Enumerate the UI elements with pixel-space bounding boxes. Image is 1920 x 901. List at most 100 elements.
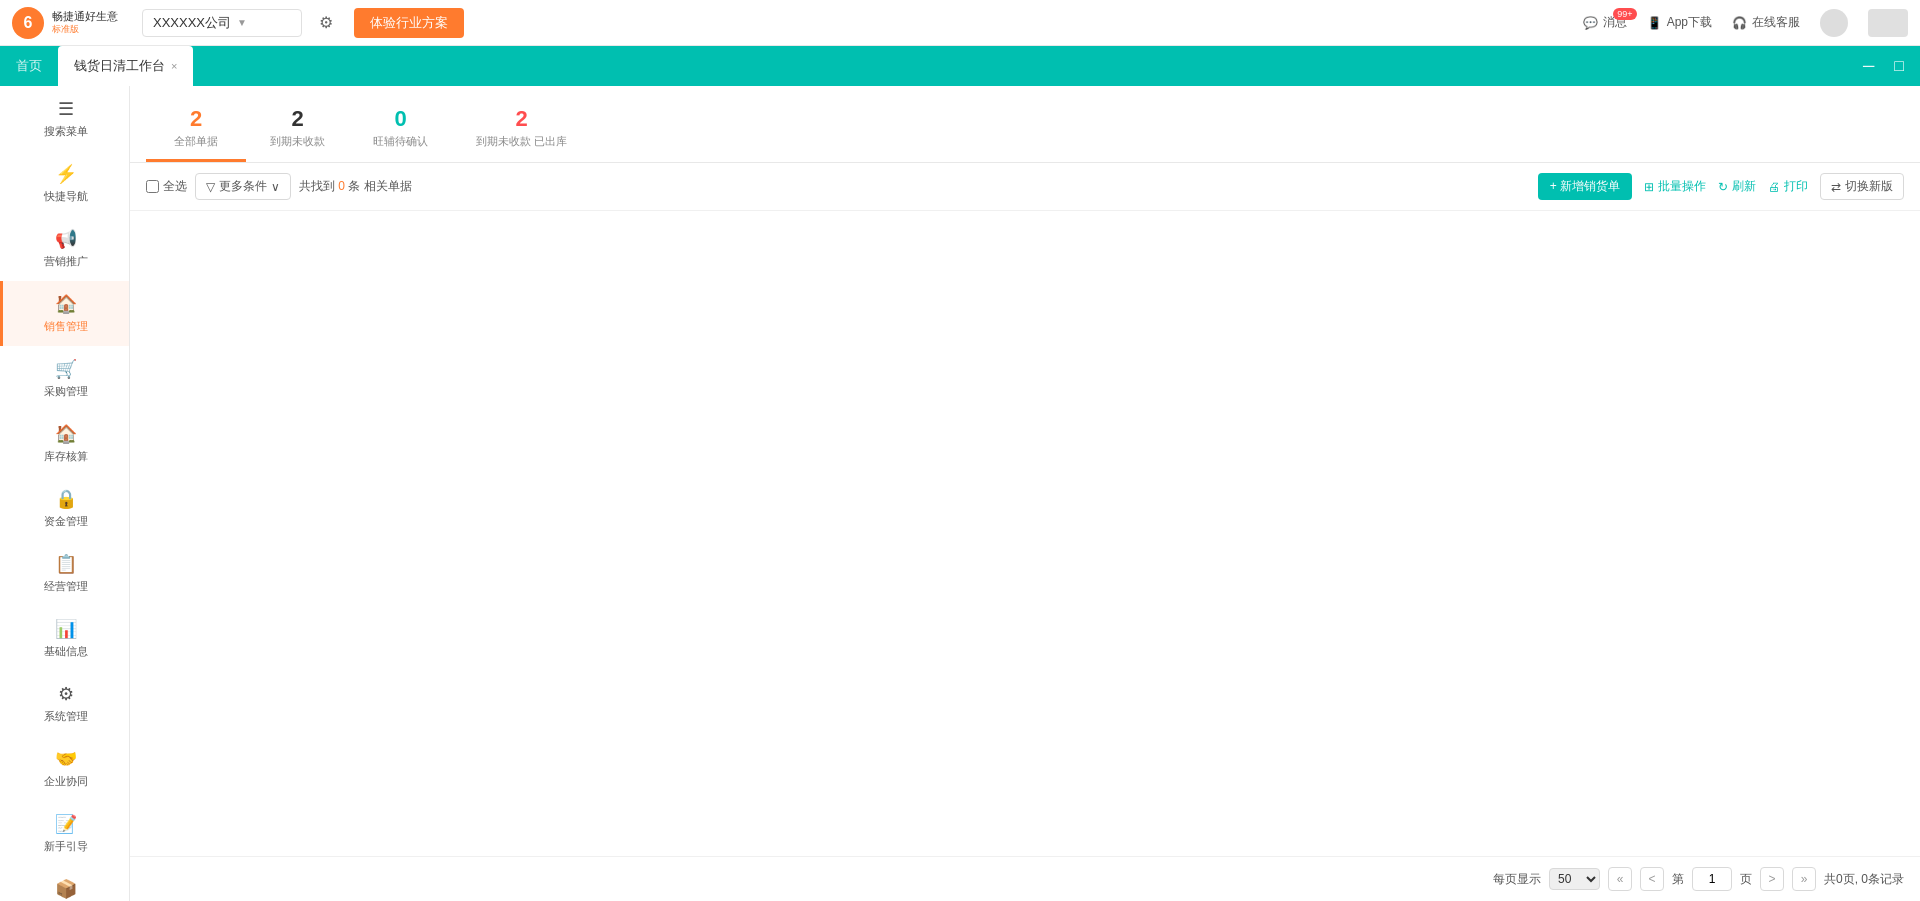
current-page-input[interactable] <box>1692 867 1732 891</box>
stat-label-pending: 旺辅待确认 <box>373 134 428 149</box>
tab-workbench[interactable]: 钱货日清工作台 × <box>58 46 193 86</box>
workbench-panel: 2 全部单据 2 到期未收款 0 旺辅待确认 <box>130 86 1920 901</box>
next-page-button[interactable]: > <box>1760 867 1784 891</box>
service-icon: 🎧 <box>1732 16 1747 30</box>
inventory-icon: 🏠 <box>55 423 77 445</box>
base-info-icon: 📊 <box>55 618 77 640</box>
stat-tab-all[interactable]: 2 全部单据 <box>146 98 246 162</box>
tab-home[interactable]: 首页 <box>0 46 58 86</box>
sidebar-label-quick-nav: 快捷导航 <box>44 189 88 204</box>
filter-button[interactable]: ▽ 更多条件 ∨ <box>195 173 291 200</box>
toolbar-right: + 新增销货单 ⊞ 批量操作 ↻ 刷新 🖨 打印 ⇄ <box>1538 173 1904 200</box>
logo-area: 6 畅捷通好生意 标准版 <box>12 7 142 39</box>
sidebar-label-search-menu: 搜索菜单 <box>44 124 88 139</box>
sidebar-item-inventory[interactable]: 🏠 库存核算 <box>0 411 129 476</box>
tab-close-icon[interactable]: × <box>171 60 177 72</box>
stat-tab-pending-inner: 0 旺辅待确认 <box>373 106 428 149</box>
app-center-icon: 📦 <box>55 878 77 900</box>
message-action[interactable]: 💬 消息 99+ <box>1583 14 1627 31</box>
switch-label: 切换新版 <box>1845 178 1893 195</box>
found-text: 共找到 0 条 相关单据 <box>299 178 412 195</box>
last-page-button[interactable]: » <box>1792 867 1816 891</box>
stat-tab-all-inner: 2 全部单据 <box>174 106 218 149</box>
sidebar-item-search-menu[interactable]: ☰ 搜索菜单 <box>0 86 129 151</box>
company-selector[interactable]: XXXXXX公司 ▼ <box>142 9 302 37</box>
user-name-area[interactable] <box>1868 9 1908 37</box>
tab-minimize-icon[interactable]: ─ <box>1857 55 1880 77</box>
print-label: 打印 <box>1784 178 1808 195</box>
sidebar-item-finance[interactable]: 🔒 资金管理 <box>0 476 129 541</box>
sidebar-item-purchase[interactable]: 🛒 采购管理 <box>0 346 129 411</box>
toolbar-left: 全选 ▽ 更多条件 ∨ 共找到 0 条 相关单据 <box>146 173 412 200</box>
toolbar: 全选 ▽ 更多条件 ∨ 共找到 0 条 相关单据 + 新增销货单 <box>130 163 1920 211</box>
refresh-button[interactable]: ↻ 刷新 <box>1718 178 1756 195</box>
content-area: 2 全部单据 2 到期未收款 0 旺辅待确认 <box>130 86 1920 901</box>
sidebar-item-base-info[interactable]: 📊 基础信息 <box>0 606 129 671</box>
message-icon: 💬 <box>1583 16 1598 30</box>
sidebar-item-guide[interactable]: 📝 新手引导 <box>0 801 129 866</box>
stat-tab-overdue-out[interactable]: 2 到期未收款 已出库 <box>452 98 591 162</box>
sidebar-label-marketing: 营销推广 <box>44 254 88 269</box>
stat-label-all: 全部单据 <box>174 134 218 149</box>
app-download-action[interactable]: 📱 App下载 <box>1647 14 1712 31</box>
checkbox-input[interactable] <box>146 180 159 193</box>
table-area <box>130 211 1920 856</box>
company-dropdown-arrow: ▼ <box>237 17 247 28</box>
sidebar-item-enterprise[interactable]: 🤝 企业协同 <box>0 736 129 801</box>
tab-workbench-label: 钱货日清工作台 <box>74 57 165 75</box>
refresh-label: 刷新 <box>1732 178 1756 195</box>
experience-btn[interactable]: 体验行业方案 <box>354 8 464 38</box>
stat-num-all: 2 <box>190 106 202 132</box>
sidebar-label-purchase: 采购管理 <box>44 384 88 399</box>
found-unit: 条 <box>348 179 360 193</box>
purchase-icon: 🛒 <box>55 358 77 380</box>
found-prefix: 共找到 <box>299 179 335 193</box>
company-name: XXXXXX公司 <box>153 14 231 32</box>
sidebar-label-sales: 销售管理 <box>44 319 88 334</box>
first-page-button[interactable]: « <box>1608 867 1632 891</box>
sidebar-item-marketing[interactable]: 📢 营销推广 <box>0 216 129 281</box>
sidebar: ☰ 搜索菜单 ⚡ 快捷导航 📢 营销推广 🏠 销售管理 🛒 采购管理 🏠 库存核… <box>0 86 130 901</box>
app-download-label: App下载 <box>1667 14 1712 31</box>
sidebar-item-system[interactable]: ⚙ 系统管理 <box>0 671 129 736</box>
tabs-bar: 首页 钱货日清工作台 × ─ □ <box>0 46 1920 86</box>
stat-tab-pending[interactable]: 0 旺辅待确认 <box>349 98 452 162</box>
logo-badge: 标准版 <box>52 23 118 36</box>
tab-maximize-icon[interactable]: □ <box>1888 55 1910 77</box>
sidebar-label-operations: 经营管理 <box>44 579 88 594</box>
sidebar-item-sales[interactable]: 🏠 销售管理 <box>0 281 129 346</box>
sidebar-item-quick-nav[interactable]: ⚡ 快捷导航 <box>0 151 129 216</box>
stat-tab-overdue[interactable]: 2 到期未收款 <box>246 98 349 162</box>
per-page-label: 每页显示 <box>1493 871 1541 888</box>
tab-home-label: 首页 <box>16 57 42 75</box>
sidebar-label-guide: 新手引导 <box>44 839 88 854</box>
select-all-checkbox[interactable]: 全选 <box>146 178 187 195</box>
quick-nav-icon: ⚡ <box>55 163 77 185</box>
related-label: 相关单据 <box>364 179 412 193</box>
online-service-action[interactable]: 🎧 在线客服 <box>1732 14 1800 31</box>
finance-icon: 🔒 <box>55 488 77 510</box>
sidebar-item-operations[interactable]: 📋 经营管理 <box>0 541 129 606</box>
switch-version-button[interactable]: ⇄ 切换新版 <box>1820 173 1904 200</box>
per-page-select[interactable]: 50 20 100 <box>1549 868 1600 890</box>
stat-num-overdue: 2 <box>291 106 303 132</box>
sidebar-label-base-info: 基础信息 <box>44 644 88 659</box>
search-menu-icon: ☰ <box>58 98 74 120</box>
pagination: 每页显示 50 20 100 « < 第 页 > » 共0页, 0条记录 <box>130 856 1920 901</box>
sidebar-label-system: 系统管理 <box>44 709 88 724</box>
logo-icon: 6 <box>12 7 44 39</box>
total-label: 共0页, 0条记录 <box>1824 871 1904 888</box>
print-button[interactable]: 🖨 打印 <box>1768 178 1808 195</box>
settings-button[interactable]: ⚙ <box>312 9 340 37</box>
found-num: 0 <box>338 179 345 193</box>
batch-ops-button[interactable]: ⊞ 批量操作 <box>1644 178 1706 195</box>
filter-arrow-icon: ∨ <box>271 180 280 194</box>
sidebar-label-finance: 资金管理 <box>44 514 88 529</box>
prev-page-button[interactable]: < <box>1640 867 1664 891</box>
user-avatar[interactable] <box>1820 9 1848 37</box>
new-sale-order-button[interactable]: + 新增销货单 <box>1538 173 1632 200</box>
sidebar-item-app-center[interactable]: 📦 应用中心 <box>0 866 129 901</box>
print-icon: 🖨 <box>1768 180 1780 194</box>
page-label: 第 <box>1672 871 1684 888</box>
marketing-icon: 📢 <box>55 228 77 250</box>
